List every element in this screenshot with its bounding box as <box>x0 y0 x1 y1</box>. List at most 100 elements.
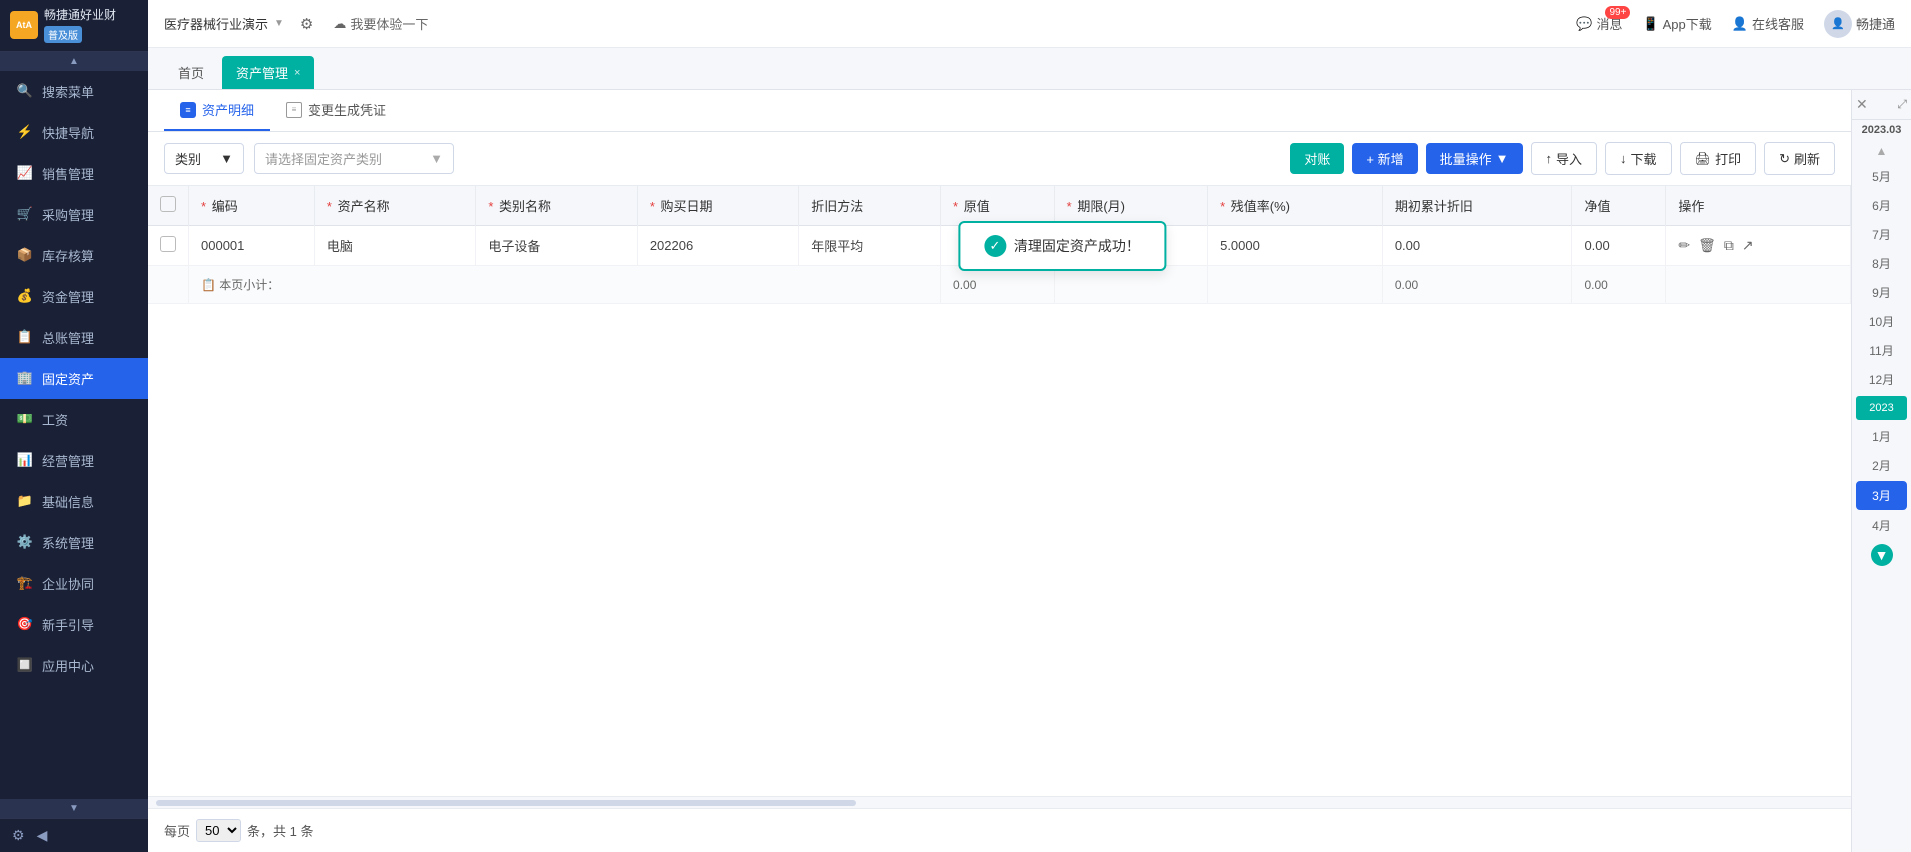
system-icon: ⚙️ <box>16 533 34 551</box>
row-actions: ✏ 🗑 ⧉ ↗ <box>1666 226 1851 266</box>
sidebar-footer: ⚙ ◀ <box>0 818 148 852</box>
timeline-month-9[interactable]: 9月 <box>1852 278 1911 307</box>
experience-link[interactable]: ☁ 我要体验一下 <box>333 14 428 33</box>
delete-icon[interactable]: 🗑 <box>1698 237 1716 254</box>
more-icon[interactable]: ↗ <box>1742 237 1754 254</box>
tab-home[interactable]: 首页 <box>164 56 218 89</box>
header-operations: 操作 <box>1666 186 1851 226</box>
header-name: * 资产名称 <box>314 186 475 226</box>
timeline-month-5[interactable]: 5月 <box>1852 162 1911 191</box>
print-button[interactable]: 🖨 打印 <box>1680 142 1757 175</box>
sidebar-scroll-up[interactable]: ▲ <box>0 52 148 71</box>
row-code: 000001 <box>189 226 315 266</box>
app-download-button[interactable]: 📱 App下载 <box>1642 14 1711 33</box>
select-all-checkbox[interactable] <box>160 196 176 212</box>
table-header-row: * 编码 * 资产名称 * 类别名称 <box>148 186 1851 226</box>
batch-operations-button[interactable]: 批量操作 ▼ <box>1426 143 1523 174</box>
tab-close-button[interactable]: × <box>294 67 300 79</box>
basic-info-icon: 📁 <box>16 492 34 510</box>
row-checkbox[interactable] <box>160 236 176 252</box>
category-filter[interactable]: 类别 ▼ <box>164 143 244 174</box>
sidebar-item-payroll[interactable]: 💵 工资 <box>0 399 148 440</box>
category-input[interactable]: 请选择固定资产类别 ▼ <box>254 143 454 174</box>
purchase-icon: 🛒 <box>16 205 34 223</box>
timeline-month-2[interactable]: 2月 <box>1852 451 1911 480</box>
sidebar-item-enterprise[interactable]: 🏗️ 企业协同 <box>0 563 148 604</box>
edit-icon[interactable]: ✏ <box>1678 237 1690 254</box>
table-wrapper: ✓ 清理固定资产成功！ * 编码 <box>148 186 1851 796</box>
sidebar-item-fixed-assets[interactable]: 🏢 固定资产 <box>0 358 148 399</box>
download-icon: 📱 <box>1642 16 1658 32</box>
timeline-year-2023[interactable]: 2023 <box>1856 396 1907 420</box>
sidebar-item-label: 系统管理 <box>42 533 94 552</box>
collapse-icon[interactable]: ◀ <box>37 827 48 844</box>
app-version: 普及版 <box>44 26 82 43</box>
timeline-month-7[interactable]: 7月 <box>1852 220 1911 249</box>
download-button[interactable]: ↓ 下载 <box>1605 142 1672 175</box>
settings-gear-icon[interactable]: ⚙ <box>300 15 313 33</box>
sidebar-item-inventory[interactable]: 📦 库存核算 <box>0 235 148 276</box>
online-service-button[interactable]: 👤 在线客服 <box>1732 14 1804 33</box>
filter-input-arrow: ▼ <box>430 151 443 166</box>
sales-icon: 📈 <box>16 164 34 182</box>
timeline-month-10[interactable]: 10月 <box>1852 307 1911 336</box>
sidebar-item-app-center[interactable]: 🔲 应用中心 <box>0 645 148 686</box>
timeline-down-circle[interactable]: ▼ <box>1871 544 1893 566</box>
timeline-month-3[interactable]: 3月 <box>1856 481 1907 510</box>
sidebar-item-system[interactable]: ⚙️ 系统管理 <box>0 522 148 563</box>
sidebar-item-finance[interactable]: 💰 资金管理 <box>0 276 148 317</box>
download-icon: ↓ <box>1620 151 1627 166</box>
sidebar-item-label: 搜索菜单 <box>42 82 94 101</box>
scrollbar-thumb[interactable] <box>156 800 856 806</box>
sidebar-item-basic-info[interactable]: 📁 基础信息 <box>0 481 148 522</box>
sidebar-item-ledger[interactable]: 📋 总账管理 <box>0 317 148 358</box>
per-page-select[interactable]: 50 <box>196 819 241 842</box>
header-net-value: 净值 <box>1572 186 1666 226</box>
timeline-month-1[interactable]: 1月 <box>1852 422 1911 451</box>
settings-icon[interactable]: ⚙ <box>12 827 25 844</box>
horizontal-scrollbar[interactable] <box>148 796 1851 808</box>
avatar: 👤 <box>1824 10 1852 38</box>
right-panel-expand-button[interactable]: ⤢ <box>1897 97 1907 112</box>
sidebar-item-guide[interactable]: 🎯 新手引导 <box>0 604 148 645</box>
sidebar-item-label: 快捷导航 <box>42 123 94 142</box>
timeline-month-12[interactable]: 12月 <box>1852 365 1911 394</box>
timeline-scroll-down[interactable]: ▼ <box>1867 540 1897 570</box>
search-icon: 🔍 <box>16 82 34 100</box>
reconcile-button[interactable]: 对账 <box>1290 143 1344 174</box>
company-selector[interactable]: 医疗器械行业演示 ▼ <box>164 14 284 33</box>
asset-detail-icon: ≡ <box>180 102 196 118</box>
inner-tab-asset-detail[interactable]: ≡ 资产明细 <box>164 90 270 131</box>
sidebar-item-sales[interactable]: 📈 销售管理 <box>0 153 148 194</box>
row-depreciation-method: 年限平均 <box>799 226 941 266</box>
timeline-month-8[interactable]: 8月 <box>1852 249 1911 278</box>
right-panel-close-button[interactable]: ✕ <box>1856 96 1868 113</box>
app-center-icon: 🔲 <box>16 656 34 674</box>
toolbar-right: 对账 + 新增 批量操作 ▼ ↑ 导入 ↓ 下载 🖨 <box>1290 142 1835 175</box>
refresh-button[interactable]: ↻ 刷新 <box>1764 142 1835 175</box>
sidebar-item-purchase[interactable]: 🛒 采购管理 <box>0 194 148 235</box>
sidebar-item-ops[interactable]: 📊 经营管理 <box>0 440 148 481</box>
sidebar-scroll-down[interactable]: ▼ <box>0 799 148 818</box>
notifications-button[interactable]: 💬 消息 99+ <box>1576 14 1622 33</box>
timeline-scroll-up[interactable]: ▲ <box>1872 140 1892 162</box>
copy-icon[interactable]: ⧉ <box>1724 237 1734 254</box>
add-button[interactable]: + 新增 <box>1352 143 1417 174</box>
finance-icon: 💰 <box>16 287 34 305</box>
tab-asset-management[interactable]: 资产管理 × <box>222 56 314 89</box>
inner-tab-change-voucher[interactable]: ≡ 变更生成凭证 <box>270 90 402 131</box>
row-name: 电脑 <box>314 226 475 266</box>
sidebar-item-quick-nav[interactable]: ⚡ 快捷导航 <box>0 112 148 153</box>
topbar-right: 💬 消息 99+ 📱 App下载 👤 在线客服 👤 畅捷通 <box>1576 10 1895 38</box>
timeline-month-6[interactable]: 6月 <box>1852 191 1911 220</box>
timeline-month-11[interactable]: 11月 <box>1852 336 1911 365</box>
timeline-month-4[interactable]: 4月 <box>1852 511 1911 540</box>
user-menu[interactable]: 👤 畅捷通 <box>1824 10 1895 38</box>
sidebar-item-search[interactable]: 🔍 搜索菜单 <box>0 71 148 112</box>
topbar: 医疗器械行业演示 ▼ ⚙ ☁ 我要体验一下 💬 消息 99+ 📱 App下载 👤… <box>148 0 1911 48</box>
header-checkbox <box>148 186 189 226</box>
notification-badge: 99+ <box>1605 6 1630 19</box>
header-original-value: * 原值 <box>941 186 1055 226</box>
sidebar: AtA 畅捷通好业财 普及版 ▲ 🔍 搜索菜单 ⚡ 快捷导航 📈 销售管理 🛒 … <box>0 0 148 852</box>
import-button[interactable]: ↑ 导入 <box>1531 142 1598 175</box>
